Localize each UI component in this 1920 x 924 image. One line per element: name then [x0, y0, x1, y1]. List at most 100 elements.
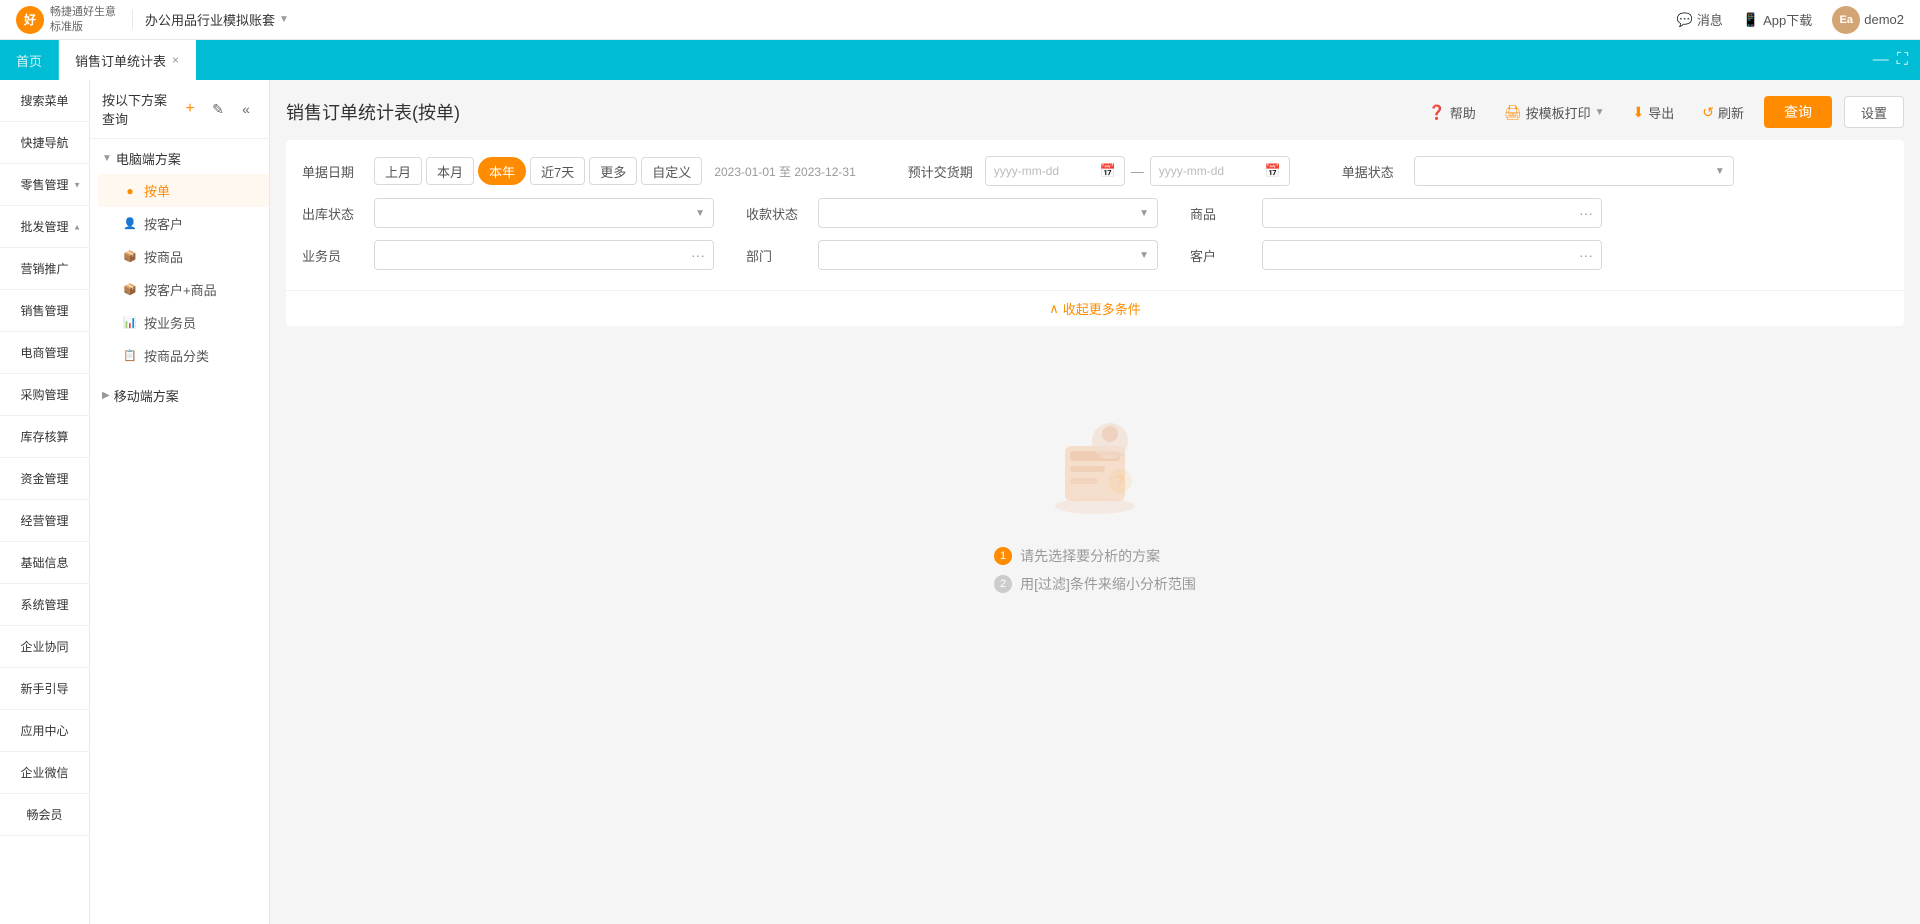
- nav-tab-actions: — ⛶: [1873, 51, 1920, 69]
- minimize-icon[interactable]: —: [1873, 51, 1889, 69]
- 7days-button[interactable]: 近7天: [530, 157, 585, 185]
- scheme-item-by-customer[interactable]: 👤 按客户: [98, 207, 269, 240]
- date-range-display: 2023-01-01 至 2023-12-31: [714, 163, 855, 180]
- print-button[interactable]: 🖨 按模板打印 ▼: [1496, 99, 1613, 126]
- expected-date-group: yyyy-mm-dd 📅 — yyyy-mm-dd 📅: [985, 156, 1290, 186]
- settings-button[interactable]: 设置: [1844, 96, 1904, 128]
- scheme-item-by-goods-category[interactable]: 📋 按商品分类: [98, 339, 269, 372]
- top-bar: 好 畅捷通好生意 标准版 办公用品行业模拟账套 ▼ 💬 消息 📱 App下载 E…: [0, 0, 1920, 40]
- avatar: Ea: [1832, 6, 1860, 34]
- sidebar-item-retail[interactable]: 零售管理: [0, 164, 89, 206]
- status-dropdown-icon: ▼: [1715, 166, 1725, 177]
- sidebar-item-inventory[interactable]: 库存核算: [0, 416, 89, 458]
- add-scheme-button[interactable]: +: [179, 98, 201, 120]
- mobile-scheme-title[interactable]: ▶ 移动端方案: [90, 380, 269, 411]
- app-title-area[interactable]: 办公用品行业模拟账套 ▼: [132, 10, 289, 29]
- sidebar-item-ecommerce[interactable]: 电商管理: [0, 332, 89, 374]
- sidebar-item-operations[interactable]: 经营管理: [0, 500, 89, 542]
- customer-select[interactable]: ···: [1262, 240, 1602, 270]
- app-download-button[interactable]: 📱 App下载: [1743, 10, 1812, 29]
- sidebar-item-member[interactable]: 畅会员: [0, 794, 89, 836]
- sidebar-item-marketing[interactable]: 营销推广: [0, 248, 89, 290]
- tab-home[interactable]: 首页: [0, 40, 59, 80]
- tip-num-1: 1: [994, 547, 1012, 565]
- refresh-button[interactable]: ↺ 刷新: [1694, 99, 1752, 126]
- scheme-item-by-customer-goods[interactable]: 📦 按客户+商品: [98, 273, 269, 306]
- sidebar-item-quick-nav[interactable]: 快捷导航: [0, 122, 89, 164]
- desktop-scheme-items: ● 按单 👤 按客户 📦 按商品 📦 按客户+商品 📊 按业务员: [90, 174, 269, 372]
- query-button[interactable]: 查询: [1764, 96, 1832, 128]
- desktop-scheme-title[interactable]: ▼ 电脑端方案: [90, 143, 269, 174]
- export-button[interactable]: ⬇ 导出: [1624, 99, 1682, 126]
- sidebar-item-search[interactable]: 搜索菜单: [0, 80, 89, 122]
- logo-area: 好 畅捷通好生意 标准版: [16, 5, 116, 34]
- department-label: 部门: [746, 246, 806, 265]
- date-label: 单据日期: [302, 162, 362, 181]
- user-area[interactable]: Ea demo2: [1832, 6, 1904, 34]
- scheme-item-by-order[interactable]: ● 按单: [98, 174, 269, 207]
- expected-date-start[interactable]: yyyy-mm-dd 📅: [985, 156, 1125, 186]
- sidebar-item-newcomer[interactable]: 新手引导: [0, 668, 89, 710]
- help-icon: ❓: [1428, 104, 1445, 121]
- this-year-button[interactable]: 本年: [478, 157, 526, 185]
- main-layout: 搜索菜单 快捷导航 零售管理 批发管理 营销推广 销售管理 电商管理 采购管理 …: [0, 80, 1920, 924]
- tab-sales-order[interactable]: 销售订单统计表 ×: [59, 40, 196, 80]
- sidebar-item-finance[interactable]: 资金管理: [0, 458, 89, 500]
- logo-text: 畅捷通好生意 标准版: [50, 5, 116, 34]
- sidebar-item-enterprise-collab[interactable]: 企业协同: [0, 626, 89, 668]
- more-button[interactable]: 更多: [589, 157, 637, 185]
- desktop-scheme-section: ▼ 电脑端方案 ● 按单 👤 按客户 📦 按商品 📦 按客户+商: [90, 139, 269, 376]
- empty-illustration: ?: [1035, 406, 1155, 526]
- page-actions: ❓ 帮助 🖨 按模板打印 ▼ ⬇ 导出 ↺ 刷新 查询 设置: [1420, 96, 1904, 128]
- salesperson-ellipsis-icon[interactable]: ···: [691, 247, 705, 263]
- edit-scheme-button[interactable]: ✎: [207, 98, 229, 120]
- messages-button[interactable]: 💬 消息: [1677, 10, 1723, 29]
- status-select[interactable]: ▼: [1414, 156, 1734, 186]
- this-month-button[interactable]: 本月: [426, 157, 474, 185]
- tab-close-icon[interactable]: ×: [172, 53, 179, 67]
- ship-status-label: 出库状态: [302, 204, 362, 223]
- custom-button[interactable]: 自定义: [641, 157, 702, 185]
- expected-date-end[interactable]: yyyy-mm-dd 📅: [1150, 156, 1290, 186]
- filter-card: 单据日期 上月 本月 本年 近7天 更多 自定义 2023-01-01 至 20…: [286, 140, 1904, 326]
- refresh-icon: ↺: [1702, 104, 1714, 121]
- sidebar-item-system[interactable]: 系统管理: [0, 584, 89, 626]
- ship-dropdown-icon: ▼: [695, 208, 705, 219]
- customer-ellipsis-icon[interactable]: ···: [1579, 247, 1593, 263]
- sidebar-item-wholesale[interactable]: 批发管理: [0, 206, 89, 248]
- page-header: 销售订单统计表(按单) ❓ 帮助 🖨 按模板打印 ▼ ⬇ 导出 ↺ 刷新: [286, 96, 1904, 128]
- payment-dropdown-icon: ▼: [1139, 208, 1149, 219]
- by-goods-category-icon: 📋: [122, 348, 138, 364]
- left-panel-actions: + ✎ «: [179, 98, 257, 120]
- by-salesperson-icon: 📊: [122, 315, 138, 331]
- sidebar-item-purchase[interactable]: 采购管理: [0, 374, 89, 416]
- collapse-bar[interactable]: ∧ 收起更多条件: [286, 290, 1904, 326]
- department-select[interactable]: ▼: [818, 240, 1158, 270]
- filter-row-status: 出库状态 ▼ 收款状态 ▼ 商品 ···: [302, 198, 1888, 228]
- collapse-panel-button[interactable]: «: [235, 98, 257, 120]
- top-bar-left: 好 畅捷通好生意 标准版 办公用品行业模拟账套 ▼: [16, 5, 289, 34]
- salesperson-select[interactable]: ···: [374, 240, 714, 270]
- scheme-item-by-goods[interactable]: 📦 按商品: [98, 240, 269, 273]
- sidebar-item-enterprise-wechat[interactable]: 企业微信: [0, 752, 89, 794]
- sidebar-item-basic-info[interactable]: 基础信息: [0, 542, 89, 584]
- empty-tip-2: 2 用[过滤]条件来缩小分析范围: [994, 574, 1196, 594]
- goods-ellipsis-icon[interactable]: ···: [1579, 205, 1593, 221]
- filter-row-date: 单据日期 上月 本月 本年 近7天 更多 自定义 2023-01-01 至 20…: [302, 156, 1888, 186]
- scheme-item-by-salesperson[interactable]: 📊 按业务员: [98, 306, 269, 339]
- last-month-button[interactable]: 上月: [374, 157, 422, 185]
- left-panel-header: 按以下方案查询 + ✎ «: [90, 80, 269, 139]
- logo-icon: 好: [16, 6, 44, 34]
- goods-select[interactable]: ···: [1262, 198, 1602, 228]
- help-button[interactable]: ❓ 帮助: [1420, 99, 1483, 126]
- sidebar-item-sales[interactable]: 销售管理: [0, 290, 89, 332]
- payment-status-select[interactable]: ▼: [818, 198, 1158, 228]
- customer-label: 客户: [1190, 246, 1250, 265]
- mobile-section-arrow-icon: ▶: [102, 390, 110, 401]
- maximize-icon[interactable]: ⛶: [1897, 51, 1908, 69]
- ship-status-select[interactable]: ▼: [374, 198, 714, 228]
- sidebar: 搜索菜单 快捷导航 零售管理 批发管理 营销推广 销售管理 电商管理 采购管理 …: [0, 80, 90, 924]
- sidebar-item-app-center[interactable]: 应用中心: [0, 710, 89, 752]
- filter-row-people: 业务员 ··· 部门 ▼ 客户 ···: [302, 240, 1888, 270]
- print-dropdown-icon: ▼: [1595, 107, 1605, 118]
